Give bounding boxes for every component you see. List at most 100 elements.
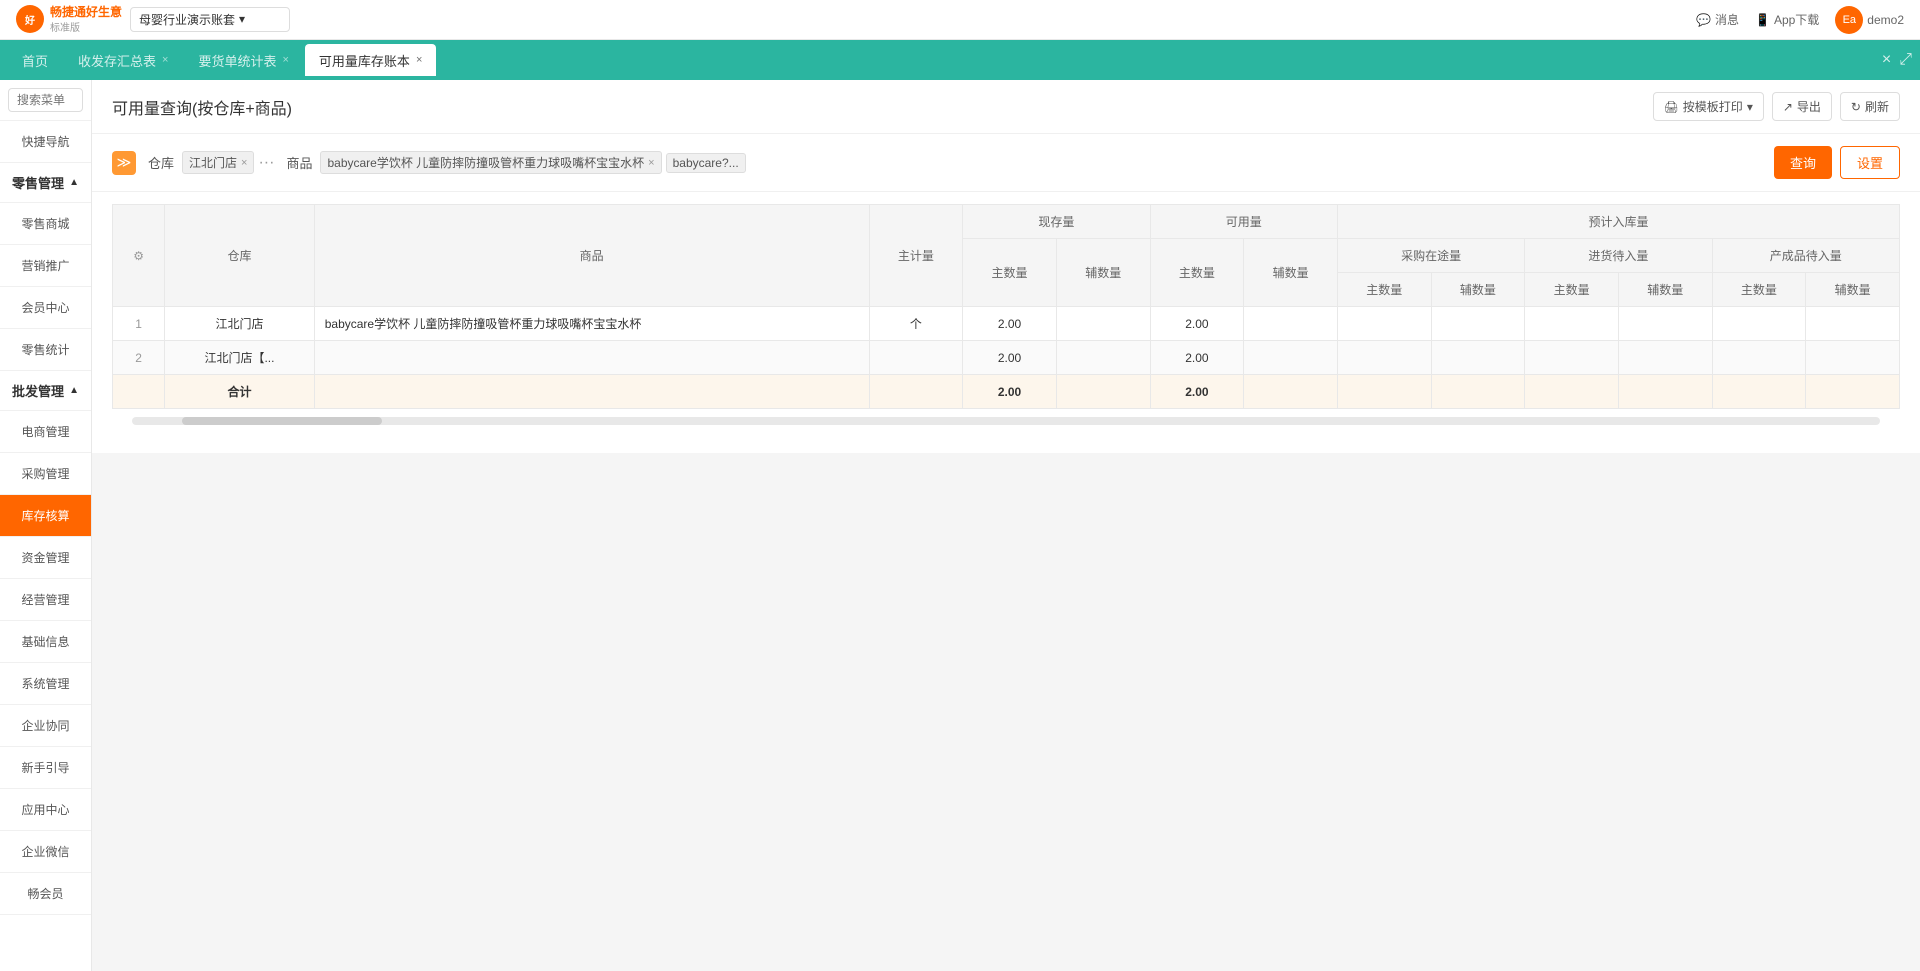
sidebar-item-vip-member[interactable]: 畅会员	[0, 873, 91, 915]
footer-empty-1	[113, 375, 165, 409]
product-tag-0: babycare学饮杯 儿童防摔防撞吸管杯重力球吸嘴杯宝宝水杯 ×	[320, 151, 661, 174]
product-filter-label: 商品	[286, 153, 312, 172]
top-bar-right: 💬 消息 📱 App下载 Ea demo2	[1696, 6, 1904, 34]
logo-text: 畅捷通好生意	[50, 5, 122, 19]
wholesale-mgmt-arrow: ▲	[69, 385, 79, 396]
sidebar: 快捷导航 零售管理 ▲ 零售商城 营销推广 会员中心 零售统计 批发管理 ▲ 电…	[0, 80, 92, 971]
row-1-purchase-transit-main	[1337, 307, 1431, 341]
close-window-icon[interactable]: ×	[1882, 51, 1891, 69]
sidebar-item-ecommerce[interactable]: 电商管理	[0, 411, 91, 453]
system-mgmt-label: 系统管理	[21, 677, 69, 691]
app-download-button[interactable]: 📱 App下载	[1755, 11, 1819, 28]
th-settings[interactable]: ⚙	[113, 205, 165, 307]
row-1-finished-main	[1712, 307, 1806, 341]
tab-available-inventory-close[interactable]: ×	[416, 54, 422, 66]
sidebar-item-retail-mgmt[interactable]: 零售管理 ▲	[0, 163, 91, 203]
row-1-warehouse: 江北门店	[165, 307, 315, 341]
sidebar-item-finance-mgmt[interactable]: 资金管理	[0, 537, 91, 579]
tab-home[interactable]: 首页	[8, 44, 62, 76]
th-stock-main-qty: 主数量	[963, 239, 1057, 307]
product-tag-close-0[interactable]: ×	[648, 157, 654, 169]
row-2-index: 2	[113, 341, 165, 375]
row-1-finished-aux	[1806, 307, 1900, 341]
th-stock-aux-qty: 辅数量	[1056, 239, 1150, 307]
row-1-incoming-main	[1525, 307, 1619, 341]
th-purchase-transit: 采购在途量	[1337, 239, 1524, 273]
row-1-stock-aux	[1056, 307, 1150, 341]
logo-icon: 好	[16, 5, 44, 33]
retail-mgmt-arrow: ▲	[69, 177, 79, 188]
row-2-stock-aux	[1056, 341, 1150, 375]
marketing-label: 营销推广	[21, 259, 69, 273]
settings-button[interactable]: 设置	[1840, 146, 1900, 179]
new-guide-label: 新手引导	[21, 761, 69, 775]
warehouse-filter-more[interactable]: ···	[258, 154, 274, 172]
sidebar-item-app-center[interactable]: 应用中心	[0, 789, 91, 831]
sidebar-item-quick-nav[interactable]: 快捷导航	[0, 121, 91, 163]
row-1-available-aux	[1244, 307, 1338, 341]
row-2-finished-aux	[1806, 341, 1900, 375]
sidebar-item-enterprise-collab[interactable]: 企业协同	[0, 705, 91, 747]
export-label: 导出	[1797, 98, 1821, 115]
sidebar-item-retail-stats[interactable]: 零售统计	[0, 329, 91, 371]
sidebar-item-marketing[interactable]: 营销推广	[0, 245, 91, 287]
tab-order-stats[interactable]: 要货单统计表 ×	[184, 44, 302, 76]
th-available-aux-qty: 辅数量	[1244, 239, 1338, 307]
print-dropdown-icon: ▾	[1747, 100, 1753, 114]
tab-home-label: 首页	[22, 51, 48, 70]
sidebar-item-inventory-check[interactable]: 库存核算	[0, 495, 91, 537]
table-container: ⚙ 仓库 商品 主计量 现存量 可用量 预计入库量 主数量 辅数量 主数量	[92, 204, 1920, 453]
sidebar-item-system-mgmt[interactable]: 系统管理	[0, 663, 91, 705]
warehouse-filter-label: 仓库	[148, 153, 174, 172]
th-finished-aux: 辅数量	[1806, 273, 1900, 307]
table-settings-icon[interactable]: ⚙	[133, 249, 144, 263]
warehouse-tag-close[interactable]: ×	[241, 157, 247, 169]
th-planned-inbound: 预计入库量	[1337, 205, 1899, 239]
page-title: 可用量查询(按仓库+商品)	[112, 95, 292, 119]
sidebar-item-purchase-mgmt[interactable]: 采购管理	[0, 453, 91, 495]
th-finished-pending: 产成品待入量	[1712, 239, 1899, 273]
export-button[interactable]: ↗ 导出	[1772, 92, 1832, 121]
search-menu-input[interactable]	[8, 88, 83, 112]
tab-receive-summary[interactable]: 收发存汇总表 ×	[64, 44, 182, 76]
industry-selector[interactable]: 母婴行业演示账套 ▾	[130, 7, 290, 32]
footer-purchase-transit-main	[1337, 375, 1431, 409]
tab-order-stats-label: 要货单统计表	[198, 51, 276, 70]
sidebar-item-enterprise-wechat[interactable]: 企业微信	[0, 831, 91, 873]
query-button[interactable]: 查询	[1774, 146, 1832, 179]
message-button[interactable]: 💬 消息	[1696, 11, 1739, 28]
row-2-product	[314, 341, 869, 375]
sidebar-item-search[interactable]	[0, 80, 91, 121]
tab-available-inventory[interactable]: 可用量库存账本 ×	[305, 44, 436, 76]
sidebar-item-new-guide[interactable]: 新手引导	[0, 747, 91, 789]
sidebar-item-operations-mgmt[interactable]: 经营管理	[0, 579, 91, 621]
table-footer-row: 合计 2.00 2.00	[113, 375, 1900, 409]
sidebar-item-retail-mall[interactable]: 零售商城	[0, 203, 91, 245]
ecommerce-label: 电商管理	[21, 425, 69, 439]
restore-window-icon[interactable]: ⤢	[1899, 51, 1912, 69]
print-button[interactable]: 🖨 按模板打印 ▾	[1653, 92, 1764, 121]
table-scrollbar-thumb[interactable]	[182, 417, 382, 425]
sidebar-item-wholesale-mgmt[interactable]: 批发管理 ▲	[0, 371, 91, 411]
sidebar-item-basic-info[interactable]: 基础信息	[0, 621, 91, 663]
filter-toggle-button[interactable]: ≫	[112, 151, 136, 175]
row-2-finished-main	[1712, 341, 1806, 375]
user-profile[interactable]: Ea demo2	[1835, 6, 1904, 34]
row-1-available-main: 2.00	[1150, 307, 1244, 341]
tab-receive-summary-close[interactable]: ×	[162, 54, 168, 66]
row-1-index: 1	[113, 307, 165, 341]
warehouse-tag-0: 江北门店 ×	[182, 151, 254, 174]
message-label: 消息	[1715, 11, 1739, 28]
th-available-main-qty: 主数量	[1150, 239, 1244, 307]
table-scrollbar[interactable]	[132, 417, 1880, 425]
product-tag-text-1: babycare?...	[673, 156, 739, 170]
table-row: 2 江北门店【... 2.00 2.00	[113, 341, 1900, 375]
refresh-button[interactable]: ↻ 刷新	[1840, 92, 1900, 121]
footer-incoming-main	[1525, 375, 1619, 409]
retail-stats-label: 零售统计	[21, 343, 69, 357]
purchase-mgmt-label: 采购管理	[21, 467, 69, 481]
page-content: 可用量查询(按仓库+商品) 🖨 按模板打印 ▾ ↗ 导出 ↻ 刷新	[92, 80, 1920, 453]
tab-order-stats-close[interactable]: ×	[282, 54, 288, 66]
member-center-label: 会员中心	[21, 301, 69, 315]
sidebar-item-member-center[interactable]: 会员中心	[0, 287, 91, 329]
